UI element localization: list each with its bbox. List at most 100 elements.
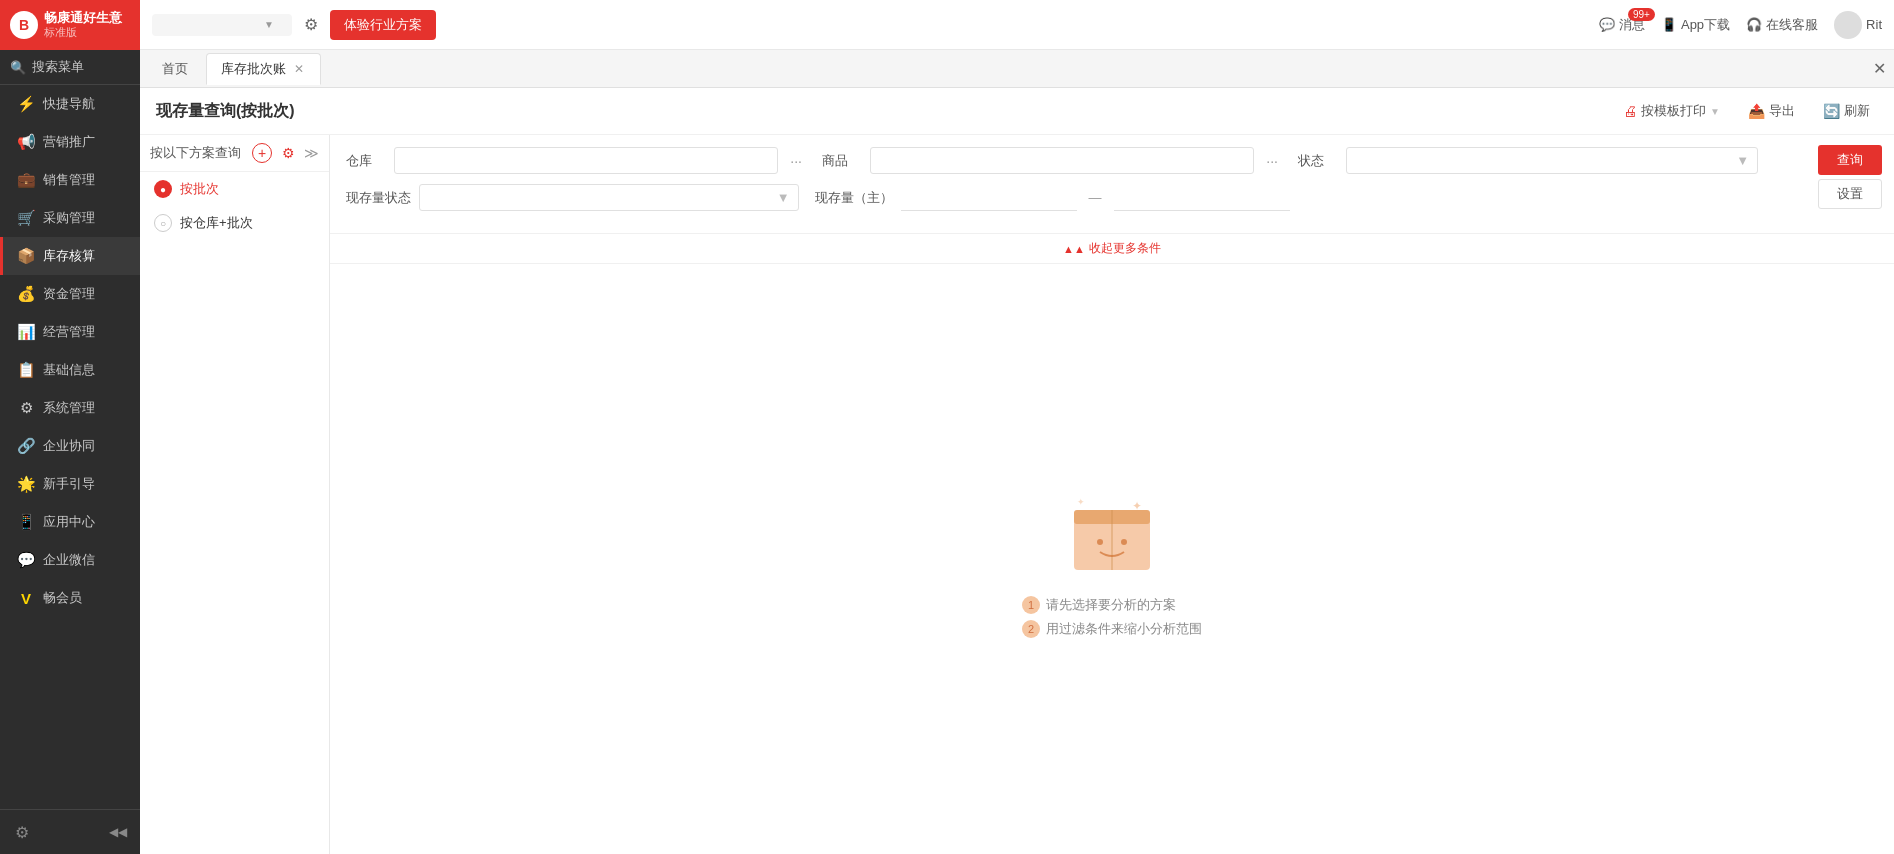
tab-home-label: 首页 (162, 60, 188, 78)
warehouse-label: 仓库 (346, 152, 386, 170)
sidebar-item-enterprise-wechat[interactable]: 💬 企业微信 (0, 541, 140, 579)
sidebar-search[interactable]: 🔍 搜索菜单 (0, 50, 140, 85)
sidebar-item-marketing[interactable]: 📢 营销推广 (0, 123, 140, 161)
user-avatar (1834, 11, 1862, 39)
system-icon: ⚙ (17, 399, 35, 417)
scheme-item-label: 按批次 (180, 180, 219, 198)
goods-more-btn[interactable]: ··· (1262, 151, 1282, 171)
app-name: 畅康通好生意 (44, 10, 122, 26)
customer-service-action[interactable]: 🎧 在线客服 (1746, 16, 1818, 34)
sidebar-item-newbie[interactable]: 🌟 新手引导 (0, 465, 140, 503)
user-profile[interactable]: Rit (1834, 11, 1882, 39)
scheme-collapse-btn[interactable]: ≫ (304, 145, 319, 161)
user-name: Rit (1866, 17, 1882, 32)
print-label: 按模板打印 (1641, 102, 1706, 120)
sidebar-header: B 畅康通好生意 标准版 (0, 0, 140, 50)
svg-point-4 (1121, 539, 1127, 545)
scheme-gear-btn[interactable]: ⚙ (278, 143, 298, 163)
page-close-button[interactable]: ✕ (1873, 59, 1886, 78)
export-action-btn[interactable]: 📤 导出 (1740, 98, 1803, 124)
sidebar-item-inventory[interactable]: 📦 库存核算 (0, 237, 140, 275)
query-actions: 查询 设置 (1806, 135, 1894, 219)
print-action-btn[interactable]: 🖨 按模板打印 ▼ (1615, 98, 1728, 124)
settings-button[interactable]: 设置 (1818, 179, 1882, 209)
current-qty-min-input[interactable] (901, 185, 1077, 211)
trial-button[interactable]: 体验行业方案 (330, 10, 436, 40)
refresh-action-btn[interactable]: 🔄 刷新 (1815, 98, 1878, 124)
current-qty-label: 现存量（主） (815, 189, 893, 207)
page-header: 现存量查询(按批次) 🖨 按模板打印 ▼ 📤 导出 🔄 刷新 (140, 88, 1894, 135)
sidebar-item-finance[interactable]: 💰 资金管理 (0, 275, 140, 313)
app-version: 标准版 (44, 25, 122, 40)
sidebar-item-operations[interactable]: 📊 经营管理 (0, 313, 140, 351)
page-body: 按以下方案查询 + ⚙ ≫ ● 按批次 ○ 按仓库+批次 (140, 135, 1894, 854)
filter-panel: 仓库 ··· 商品 ··· (330, 135, 1894, 854)
collapse-sidebar-icon[interactable]: ◀◀ (104, 818, 132, 846)
customer-service-icon: 🎧 (1746, 17, 1762, 32)
sidebar-item-sales[interactable]: 💼 销售管理 (0, 161, 140, 199)
vip-icon: V (17, 589, 35, 607)
scheme-item-batch[interactable]: ● 按批次 (140, 172, 329, 206)
goods-field: 商品 ··· (822, 147, 1282, 174)
sidebar-item-vip[interactable]: V 畅会员 (0, 579, 140, 617)
sidebar-item-label: 企业微信 (43, 551, 95, 569)
sidebar-title-block: 畅康通好生意 标准版 (44, 10, 122, 41)
topbar-search-input[interactable] (160, 18, 260, 32)
print-icon: 🖨 (1623, 103, 1637, 119)
app-center-icon: 📱 (17, 513, 35, 531)
customer-service-label: 在线客服 (1766, 16, 1818, 34)
basic-info-icon: 📋 (17, 361, 35, 379)
collapse-bar[interactable]: ▲▲ 收起更多条件 (330, 234, 1894, 264)
tab-inventory-batch[interactable]: 库存批次账 ✕ (206, 53, 321, 85)
scheme-add-btn[interactable]: + (252, 143, 272, 163)
inventory-status-label: 现存量状态 (346, 189, 411, 207)
sidebar-item-app-center[interactable]: 📱 应用中心 (0, 503, 140, 541)
page-title: 现存量查询(按批次) (156, 101, 295, 122)
scheme-item-warehouse-batch[interactable]: ○ 按仓库+批次 (140, 206, 329, 240)
sidebar-item-system[interactable]: ⚙ 系统管理 (0, 389, 140, 427)
export-label: 导出 (1769, 102, 1795, 120)
tab-home[interactable]: 首页 (148, 53, 202, 85)
sidebar-search-label: 搜索菜单 (32, 58, 84, 76)
hint-num-2: 2 (1022, 620, 1040, 638)
warehouse-input[interactable] (394, 147, 778, 174)
settings-bottom-icon[interactable]: ⚙ (8, 818, 36, 846)
status-select[interactable]: ▼ (1346, 147, 1758, 174)
sidebar-item-label: 资金管理 (43, 285, 95, 303)
inventory-status-select[interactable]: ▼ (419, 184, 799, 211)
tab-close-icon[interactable]: ✕ (292, 61, 306, 77)
sidebar-item-purchase[interactable]: 🛒 采购管理 (0, 199, 140, 237)
sidebar-nav: ⚡ 快捷导航 📢 营销推广 💼 销售管理 🛒 采购管理 📦 库存核算 💰 资金管… (0, 85, 140, 809)
scheme-panel-title: 按以下方案查询 (150, 144, 241, 162)
marketing-icon: 📢 (17, 133, 35, 151)
goods-label: 商品 (822, 152, 862, 170)
warehouse-more-btn[interactable]: ··· (786, 151, 806, 171)
empty-hint-2: 2 用过滤条件来缩小分析范围 (1022, 620, 1202, 638)
scheme-panel-actions: + ⚙ ≫ (252, 143, 319, 163)
app-download-label: App下载 (1681, 16, 1730, 34)
sidebar-item-label: 经营管理 (43, 323, 95, 341)
inventory-status-field: 现存量状态 ▼ (346, 184, 799, 211)
empty-hints: 1 请先选择要分析的方案 2 用过滤条件来缩小分析范围 (1022, 596, 1202, 638)
topbar-search-box[interactable]: ▼ (152, 14, 292, 36)
sidebar-item-label: 企业协同 (43, 437, 95, 455)
message-action[interactable]: 💬 消息 99+ (1599, 16, 1645, 34)
scheme-dot-active: ● (154, 180, 172, 198)
sidebar-item-enterprise[interactable]: 🔗 企业协同 (0, 427, 140, 465)
topbar-gear-icon[interactable]: ⚙ (300, 11, 322, 38)
current-qty-max-input[interactable] (1114, 185, 1290, 211)
current-qty-separator: — (1085, 190, 1106, 205)
svg-text:✦: ✦ (1132, 499, 1142, 513)
hint-text-1: 请先选择要分析的方案 (1046, 596, 1176, 614)
goods-input[interactable] (870, 147, 1254, 174)
sidebar-item-quick-nav[interactable]: ⚡ 快捷导航 (0, 85, 140, 123)
svg-text:✦: ✦ (1077, 497, 1085, 507)
sidebar-item-basic-info[interactable]: 📋 基础信息 (0, 351, 140, 389)
sidebar: B 畅康通好生意 标准版 🔍 搜索菜单 ⚡ 快捷导航 📢 营销推广 💼 销售管理… (0, 0, 140, 854)
sales-icon: 💼 (17, 171, 35, 189)
query-button[interactable]: 查询 (1818, 145, 1882, 175)
search-icon: 🔍 (10, 60, 26, 75)
sidebar-item-label: 库存核算 (43, 247, 95, 265)
refresh-label: 刷新 (1844, 102, 1870, 120)
app-download-action[interactable]: 📱 App下载 (1661, 16, 1730, 34)
